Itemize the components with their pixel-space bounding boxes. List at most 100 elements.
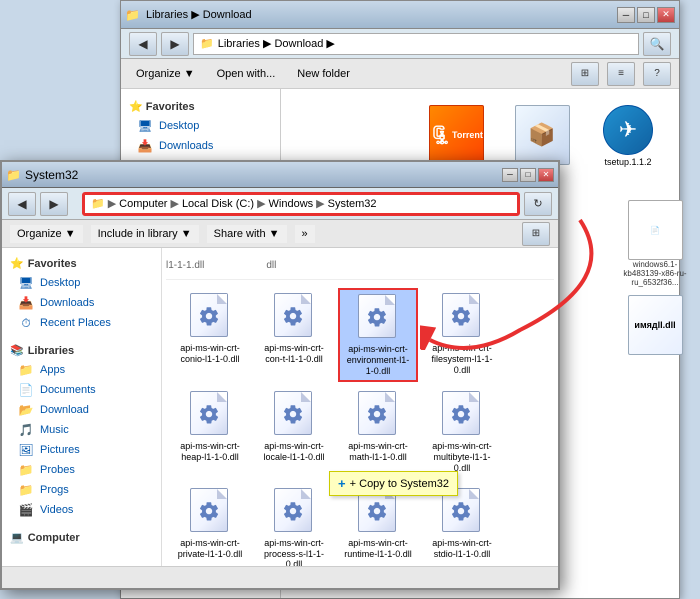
fg-window-icon: 📁 bbox=[6, 168, 21, 182]
bg-file-telegram[interactable]: ✈ tsetup.1.1.2 bbox=[593, 105, 663, 167]
bg-forward-button[interactable]: ▶ bbox=[161, 32, 189, 56]
fg-sidebar: ⭐ Favorites 🖥Desktop 📥Downloads ⏱Recent … bbox=[2, 248, 162, 566]
bg-address-path[interactable]: 📁 Libraries ▶ Download ▶ bbox=[193, 33, 639, 55]
bg-search-button[interactable]: 🔍 bbox=[643, 32, 671, 56]
fg-libraries-header: 📚 Libraries bbox=[2, 341, 161, 360]
fg-path-windows: Windows bbox=[269, 198, 314, 210]
right-update-label: windows6.1-kb483139-x86-ru-ru_6532f36... bbox=[620, 260, 690, 287]
telegram-file-icon: ✈ bbox=[603, 105, 653, 155]
bg-favorites-header: ⭐ Favorites bbox=[121, 97, 280, 116]
file-item-8[interactable]: api-ms-win-crt-private-l1-1-0.dll bbox=[170, 483, 250, 566]
sidebar-item-downloads[interactable]: 📥Downloads bbox=[2, 293, 161, 313]
zip-file-icon: 📦 bbox=[515, 105, 570, 165]
fg-window: 📁 System32 ─ □ ✕ ◀ ▶ 📁 ▶ Computer ▶ Loca… bbox=[0, 160, 560, 590]
bg-sidebar-desktop[interactable]: 🖥Desktop bbox=[121, 116, 280, 136]
fg-favorites-section: ⭐ Favorites 🖥Desktop 📥Downloads ⏱Recent … bbox=[2, 254, 161, 333]
file-item-1[interactable]: api-ms-win-crt-con-t-l1-1-0.dll bbox=[254, 288, 334, 382]
bg-openwith-button[interactable]: Open with... bbox=[210, 65, 283, 83]
right-file-update[interactable]: 📄 windows6.1-kb483139-x86-ru-ru_6532f36.… bbox=[620, 200, 690, 287]
dll-icon-6 bbox=[358, 391, 398, 439]
fg-titlebar: 📁 System32 ─ □ ✕ bbox=[2, 162, 558, 188]
fg-forward-button[interactable]: ▶ bbox=[40, 192, 68, 216]
fg-files-grid: api-ms-win-crt-conio-l1-1-0.dll api-ms-w… bbox=[166, 284, 554, 566]
file-label-5: api-ms-win-crt-locale-l1-1-0.dll bbox=[259, 441, 329, 463]
torrent-file-icon: 🗜 Torrent bbox=[429, 105, 484, 165]
file-item-7[interactable]: api-ms-win-crt-multibyte-l1-1-0.dll bbox=[422, 386, 502, 478]
dll-icon-4 bbox=[190, 391, 230, 439]
bg-minimize-button[interactable]: ─ bbox=[617, 7, 635, 23]
file-label-10: api-ms-win-crt-runtime-l1-1-0.dll bbox=[343, 538, 413, 560]
sidebar-item-videos[interactable]: 🎬 Videos bbox=[2, 500, 161, 520]
sidebar-item-download[interactable]: 📂 Download bbox=[2, 400, 161, 420]
dll-icon-8 bbox=[190, 488, 230, 536]
fg-path-computer: Computer bbox=[119, 198, 167, 210]
dll-icon-1 bbox=[274, 293, 314, 341]
fg-organize-button[interactable]: Organize ▼ bbox=[10, 225, 83, 243]
fg-main-content: l1-1-1.dll dll api-ms-win-crt-conio-l1-1… bbox=[162, 248, 558, 566]
bg-toolbar: Organize ▼ Open with... New folder ⊞ ≡ ? bbox=[121, 59, 679, 89]
file-item-3[interactable]: api-ms-win-crt-filesystem-l1-1-0.dll bbox=[422, 288, 502, 382]
fg-computer-section: 💻 Computer bbox=[2, 528, 161, 547]
dll-icon-7 bbox=[442, 391, 482, 439]
bg-address-text: Libraries ▶ Download ▶ bbox=[218, 37, 335, 50]
fg-maximize-button[interactable]: □ bbox=[520, 168, 536, 182]
file-label-7: api-ms-win-crt-multibyte-l1-1-0.dll bbox=[427, 441, 497, 473]
fg-back-button[interactable]: ◀ bbox=[8, 192, 36, 216]
fg-statusbar bbox=[2, 566, 558, 588]
file-label-1: api-ms-win-crt-con-t-l1-1-0.dll bbox=[259, 343, 329, 365]
bg-back-button[interactable]: ◀ bbox=[129, 32, 157, 56]
desktop-icon: 🖥 bbox=[137, 118, 153, 134]
bg-newfolder-button[interactable]: New folder bbox=[290, 65, 357, 83]
file-item-0[interactable]: api-ms-win-crt-conio-l1-1-0.dll bbox=[170, 288, 250, 382]
fg-close-button[interactable]: ✕ bbox=[538, 168, 554, 182]
sidebar-item-pictures[interactable]: 🖼 Pictures bbox=[2, 440, 161, 460]
bg-address-bar: ◀ ▶ 📁 Libraries ▶ Download ▶ 🔍 bbox=[121, 29, 679, 59]
bg-sidebar-downloads[interactable]: 📥Downloads bbox=[121, 136, 280, 156]
bg-close-button[interactable]: ✕ bbox=[657, 7, 675, 23]
bg-view-button[interactable]: ⊞ bbox=[571, 62, 599, 86]
fg-path-system32: System32 bbox=[328, 198, 377, 210]
file-label-4: api-ms-win-crt-heap-l1-1-0.dll bbox=[175, 441, 245, 463]
fg-address-path[interactable]: 📁 ▶ Computer ▶ Local Disk (C:) ▶ Windows… bbox=[82, 192, 520, 216]
file-item-5[interactable]: api-ms-win-crt-locale-l1-1-0.dll bbox=[254, 386, 334, 478]
bg-organize-button[interactable]: Organize ▼ bbox=[129, 65, 202, 83]
file-item-6[interactable]: api-ms-win-crt-math-l1-1-0.dll bbox=[338, 386, 418, 478]
file-item-2[interactable]: api-ms-win-crt-environment-l1-1-0.dll bbox=[338, 288, 418, 382]
bg-maximize-button[interactable]: □ bbox=[637, 7, 655, 23]
bg-file-torrent[interactable]: 🗜 Torrent bbox=[421, 105, 491, 165]
videos-sidebar-icon: 🎬 bbox=[18, 502, 34, 518]
file-item-9[interactable]: api-ms-win-crt-process-s-l1-1-0.dll bbox=[254, 483, 334, 566]
fg-refresh-button[interactable]: ↻ bbox=[524, 192, 552, 216]
sidebar-item-music[interactable]: 🎵 Music bbox=[2, 420, 161, 440]
bg-titlebar-buttons: ─ □ ✕ bbox=[617, 7, 675, 23]
fg-view-toggle[interactable]: ⊞ bbox=[522, 222, 550, 246]
download-folder-icon: 📂 bbox=[18, 402, 34, 418]
sidebar-item-apps[interactable]: 📁 Apps bbox=[2, 360, 161, 380]
fg-more-button[interactable]: » bbox=[295, 225, 315, 243]
file-label-2: api-ms-win-crt-environment-l1-1-0.dll bbox=[344, 344, 412, 376]
fg-titlebar-buttons: ─ □ ✕ bbox=[502, 168, 554, 182]
file-item-4[interactable]: api-ms-win-crt-heap-l1-1-0.dll bbox=[170, 386, 250, 478]
fg-includelibrary-button[interactable]: Include in library ▼ bbox=[91, 225, 199, 243]
pictures-sidebar-icon: 🖼 bbox=[18, 442, 34, 458]
sidebar-item-recent[interactable]: ⏱Recent Places bbox=[2, 313, 161, 333]
sidebar-item-progs[interactable]: 📁 Progs bbox=[2, 480, 161, 500]
file-label-6: api-ms-win-crt-math-l1-1-0.dll bbox=[343, 441, 413, 463]
fg-window-title: System32 bbox=[25, 168, 78, 182]
recent-sidebar-icon: ⏱ bbox=[18, 315, 34, 331]
fg-sharewith-button[interactable]: Share with ▼ bbox=[207, 225, 287, 243]
file-label-9: api-ms-win-crt-process-s-l1-1-0.dll bbox=[259, 538, 329, 566]
sidebar-item-desktop[interactable]: 🖥Desktop bbox=[2, 273, 161, 293]
fg-partial-row: l1-1-1.dll dll bbox=[166, 252, 554, 280]
sidebar-item-probes[interactable]: 📁 Probes bbox=[2, 460, 161, 480]
dll-icon-0 bbox=[190, 293, 230, 341]
right-file-dll[interactable]: имядll.dll bbox=[620, 295, 690, 355]
fg-minimize-button[interactable]: ─ bbox=[502, 168, 518, 182]
bg-details-button[interactable]: ≡ bbox=[607, 62, 635, 86]
downloads-sidebar-icon: 📥 bbox=[18, 295, 34, 311]
plus-icon: + bbox=[338, 476, 346, 491]
bg-help-button[interactable]: ? bbox=[643, 62, 671, 86]
right-dll-label: имядll.dll bbox=[634, 320, 675, 330]
sidebar-item-documents[interactable]: 📄 Documents bbox=[2, 380, 161, 400]
bg-file-zip[interactable]: 📦 bbox=[507, 105, 577, 165]
